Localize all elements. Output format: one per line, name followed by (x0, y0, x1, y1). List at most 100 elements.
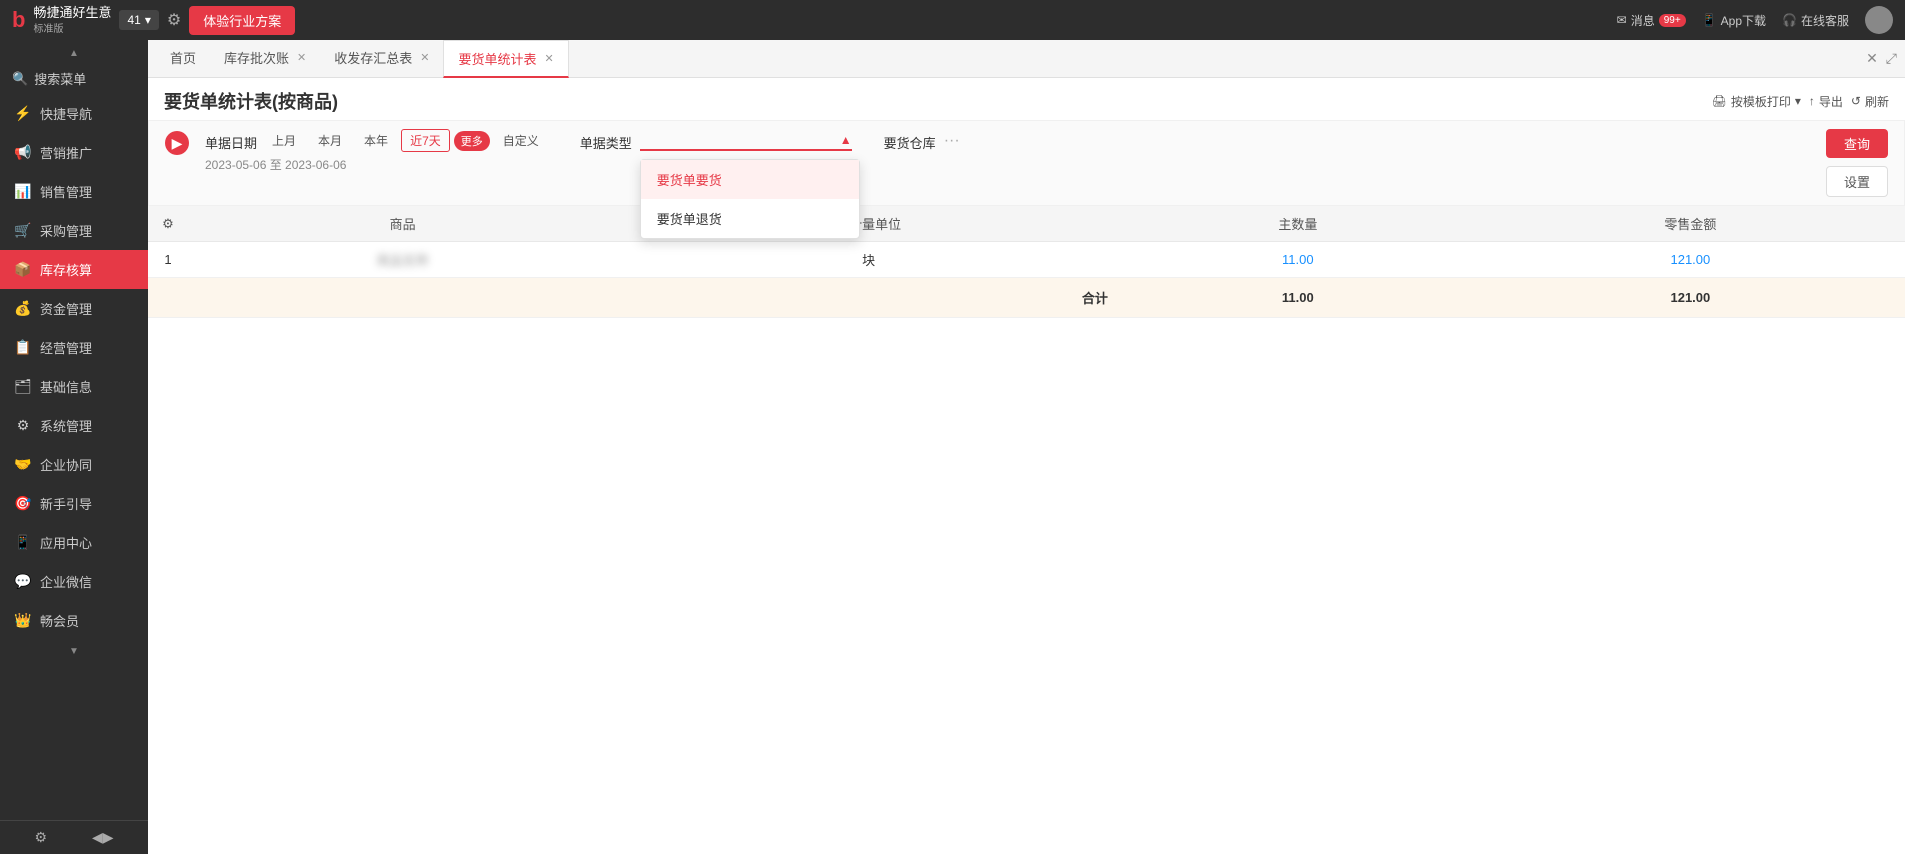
company-value: 41 (127, 13, 140, 27)
sidebar-item-新手引导[interactable]: 🎯新手引导 (0, 484, 148, 523)
sidebar-item-资金管理[interactable]: 💰资金管理 (0, 289, 148, 328)
tab-close-icon[interactable]: ✕ (545, 52, 554, 65)
print-expand-icon: ▾ (1795, 94, 1801, 108)
footer-label: 合计 (148, 278, 1120, 318)
sidebar-item-快捷导航[interactable]: ⚡快捷导航 (0, 94, 148, 133)
sidebar-icon: 🗂 (14, 378, 32, 396)
type-dropdown-arrow[interactable]: ▲ (840, 133, 852, 147)
scroll-down-arrow[interactable]: ▼ (0, 644, 148, 659)
type-label: 单据类型 (580, 133, 632, 152)
message-badge: 99+ (1659, 14, 1686, 27)
more-btn[interactable]: 更多 (454, 131, 490, 151)
online-service-item[interactable]: 🎧 在线客服 (1782, 12, 1849, 29)
sidebar-icon: 📦 (14, 261, 32, 279)
date-label: 单据日期 (205, 133, 257, 152)
sidebar-icon: 📱 (14, 534, 32, 552)
gear-bottom-icon[interactable]: ⚙ (34, 829, 47, 846)
sidebar-search[interactable]: 🔍 搜索菜单 (0, 63, 148, 94)
dropdown-item-2[interactable]: 要货单退货 (641, 199, 859, 238)
page-content: 要货单统计表(按商品) 🖨 按模板打印 ▾ ↑ 导出 ↺ (148, 78, 1905, 854)
sidebar-label: 新手引导 (40, 494, 92, 513)
custom-btn[interactable]: 自定义 (494, 129, 548, 152)
type-input[interactable] (640, 130, 840, 149)
message-label: 消息 (1631, 12, 1655, 29)
footer-amount: 121.00 (1476, 278, 1905, 318)
sidebar: ▲ 🔍 搜索菜单 ⚡快捷导航📢营销推广📊销售管理🛒采购管理📦库存核算💰资金管理📋… (0, 40, 148, 854)
print-button[interactable]: 🖨 按模板打印 ▾ (1712, 93, 1801, 110)
sidebar-icon: 👑 (14, 612, 32, 630)
sidebar-label: 企业微信 (40, 572, 92, 591)
sidebar-item-企业协同[interactable]: 🤝企业协同 (0, 445, 148, 484)
export-button[interactable]: ↑ 导出 (1809, 93, 1843, 110)
brand-name: 畅捷通好生意 (33, 5, 111, 21)
tab-要货单统计表[interactable]: 要货单统计表✕ (443, 40, 568, 78)
brand-info: 畅捷通好生意 标准版 (33, 5, 111, 36)
type-dropdown: 要货单要货 要货单退货 (640, 159, 860, 239)
action-buttons: 查询 设置 (1826, 129, 1888, 197)
sidebar-label: 企业协同 (40, 455, 92, 474)
warehouse-label: 要货仓库 (884, 133, 936, 152)
filter-expand-button[interactable]: ▶ (165, 131, 189, 155)
scroll-up-arrow[interactable]: ▲ (0, 46, 148, 61)
sidebar-item-经营管理[interactable]: 📋 经营管理 (0, 328, 148, 367)
sidebar-item-畅会员[interactable]: 👑畅会员 (0, 601, 148, 640)
top-bar: b 畅捷通好生意 标准版 41 ▾ ⚙ 体验行业方案 ✉ 消息 99+ 📱 Ap… (0, 0, 1905, 40)
tab-close-icon[interactable]: ✕ (297, 51, 306, 64)
this-year-btn[interactable]: 本年 (355, 129, 397, 152)
cell-product: 商品名称 (188, 242, 617, 278)
sidebar-item-销售管理[interactable]: 📊销售管理 (0, 172, 148, 211)
trial-button[interactable]: 体验行业方案 (189, 6, 295, 35)
company-selector[interactable]: 41 ▾ (119, 10, 158, 30)
sidebar-item-营销推广[interactable]: 📢营销推广 (0, 133, 148, 172)
tab-label: 收发存汇总表 (334, 48, 412, 67)
close-tab-icon[interactable]: ✕ (1866, 50, 1878, 67)
tab-首页[interactable]: 首页 (156, 40, 210, 77)
message-item[interactable]: ✉ 消息 99+ (1617, 12, 1686, 29)
sidebar-item-库存核算[interactable]: 📦 库存核算 (0, 250, 148, 289)
export-icon: ↑ (1809, 94, 1815, 108)
tab-close-icon[interactable]: ✕ (420, 51, 429, 64)
sidebar-search-label: 搜索菜单 (34, 69, 86, 88)
brand-sub: 标准版 (33, 20, 111, 35)
sidebar-label: 经营管理 (40, 338, 92, 357)
tab-收发存汇总表[interactable]: 收发存汇总表 ✕ (320, 40, 443, 77)
sidebar-icon: 📋 (14, 339, 32, 357)
column-settings[interactable]: ⚙ (148, 206, 188, 242)
page-title: 要货单统计表(按商品) (164, 88, 338, 114)
last-month-btn[interactable]: 上月 (263, 129, 305, 152)
warehouse-dots[interactable]: ··· (944, 132, 960, 150)
last-7days-btn[interactable]: 近7天 (401, 129, 450, 152)
tab-label: 库存批次账 (224, 48, 289, 67)
tab-库存批次账[interactable]: 库存批次账 ✕ (210, 40, 320, 77)
cell-index: 1 (148, 242, 188, 278)
settings-button[interactable]: 设置 (1826, 166, 1888, 197)
top-right: ✉ 消息 99+ 📱 App下载 🎧 在线客服 (1617, 6, 1893, 34)
expand-tab-icon[interactable]: ⤢ (1886, 50, 1897, 67)
query-button[interactable]: 查询 (1826, 129, 1888, 158)
sidebar-item-应用中心[interactable]: 📱 应用中心 (0, 523, 148, 562)
type-select-wrapper: ▲ (640, 130, 852, 151)
sidebar-label: 快捷导航 (40, 104, 92, 123)
refresh-icon: ↺ (1851, 94, 1861, 108)
main-layout: ▲ 🔍 搜索菜单 ⚡快捷导航📢营销推广📊销售管理🛒采购管理📦库存核算💰资金管理📋… (0, 40, 1905, 854)
sidebar-item-基础信息[interactable]: 🗂基础信息 (0, 367, 148, 406)
sidebar-item-系统管理[interactable]: ⚙系统管理 (0, 406, 148, 445)
filter-bar: ▶ 单据日期 上月 本月 本年 近7天 更多 自定义 (148, 120, 1905, 206)
sidebar-label: 应用中心 (40, 533, 92, 552)
tab-bar: 首页库存批次账✕收发存汇总表✕要货单统计表✕ ✕ ⤢ (148, 40, 1905, 78)
settings-icon[interactable]: ⚙ (167, 10, 181, 30)
avatar[interactable] (1865, 6, 1893, 34)
sidebar-item-企业微信[interactable]: 💬企业微信 (0, 562, 148, 601)
refresh-button[interactable]: ↺ 刷新 (1851, 93, 1889, 110)
date-range-text: 2023-05-06 至 2023-06-06 (205, 156, 548, 173)
collapse-icon[interactable]: ◀▶ (92, 829, 114, 846)
app-download-item[interactable]: 📱 App下载 (1702, 12, 1766, 29)
sidebar-label: 库存核算 (40, 260, 92, 279)
data-table: ⚙ 商品 主计量单位 主数量 零售金额 1 商品名称 块 (148, 206, 1905, 318)
message-icon: ✉ (1617, 13, 1627, 27)
dropdown-item-1[interactable]: 要货单要货 (641, 160, 859, 199)
sidebar-item-采购管理[interactable]: 🛒采购管理 (0, 211, 148, 250)
sidebar-label: 销售管理 (40, 182, 92, 201)
this-month-btn[interactable]: 本月 (309, 129, 351, 152)
cell-unit: 块 (617, 242, 1120, 278)
